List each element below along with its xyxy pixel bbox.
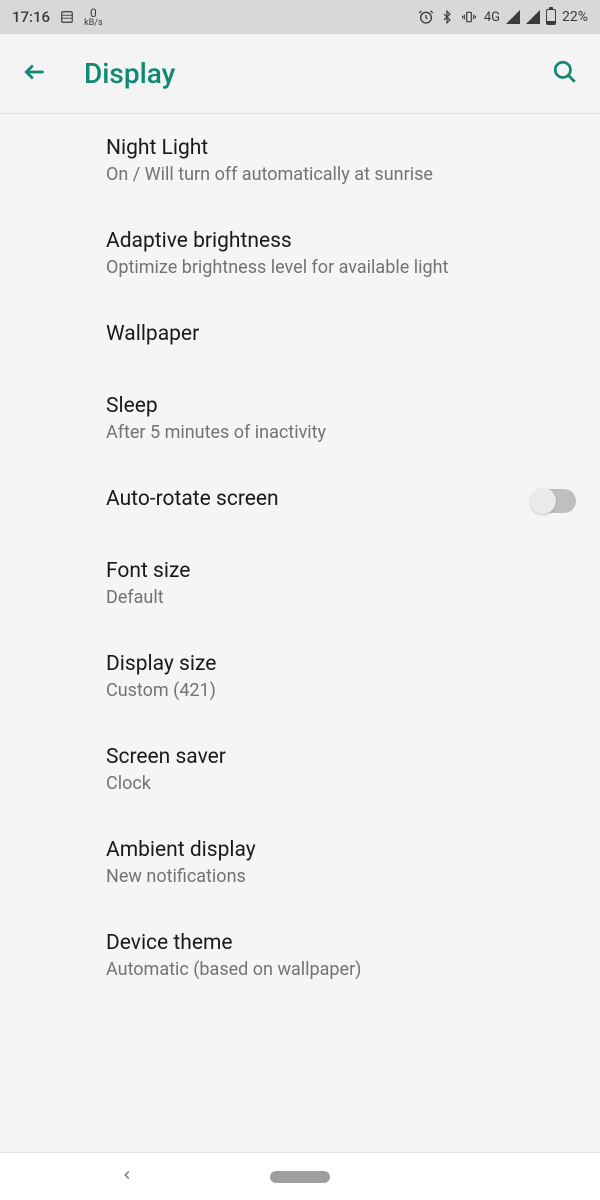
setting-text: Screen saver Clock <box>106 745 576 794</box>
setting-subtitle: Automatic (based on wallpaper) <box>106 959 576 980</box>
setting-item-auto-rotate-screen[interactable]: Auto-rotate screen <box>0 465 600 537</box>
toggle-knob <box>530 488 556 514</box>
setting-title: Auto-rotate screen <box>106 487 532 511</box>
settings-list: Night Light On / Will turn off automatica… <box>0 114 600 1152</box>
setting-text: Display size Custom (421) <box>106 652 576 701</box>
setting-text: Night Light On / Will turn off automatica… <box>106 136 576 185</box>
setting-text: Device theme Automatic (based on wallpape… <box>106 931 576 980</box>
network-type: 4G <box>484 10 500 25</box>
bluetooth-icon <box>440 9 454 25</box>
setting-item-display-size[interactable]: Display size Custom (421) <box>0 630 600 723</box>
battery-icon <box>546 9 556 25</box>
setting-text: Ambient display New notifications <box>106 838 576 887</box>
page-title: Display <box>84 57 516 90</box>
status-bar: 17:16 0 kB/s 4G 22% <box>0 0 600 34</box>
setting-item-adaptive-brightness[interactable]: Adaptive brightness Optimize brightness l… <box>0 207 600 300</box>
setting-title: Device theme <box>106 931 576 955</box>
data-speed: 0 kB/s <box>84 7 103 28</box>
setting-text: Sleep After 5 minutes of inactivity <box>106 394 576 443</box>
toggle-switch[interactable] <box>532 489 576 513</box>
signal-icon-1 <box>506 10 520 24</box>
setting-subtitle: Custom (421) <box>106 680 576 701</box>
search-button[interactable] <box>552 59 578 89</box>
setting-item-night-light[interactable]: Night Light On / Will turn off automatica… <box>0 114 600 207</box>
setting-item-screen-saver[interactable]: Screen saver Clock <box>0 723 600 816</box>
setting-title: Night Light <box>106 136 576 160</box>
notification-icon <box>60 10 74 24</box>
setting-title: Sleep <box>106 394 576 418</box>
back-button[interactable] <box>22 59 48 89</box>
setting-title: Font size <box>106 559 576 583</box>
app-header: Display <box>0 34 600 114</box>
setting-title: Screen saver <box>106 745 576 769</box>
signal-icon-2 <box>526 10 540 24</box>
setting-title: Adaptive brightness <box>106 229 576 253</box>
setting-subtitle: Clock <box>106 773 576 794</box>
setting-title: Display size <box>106 652 576 676</box>
setting-item-wallpaper[interactable]: Wallpaper <box>0 300 600 372</box>
setting-subtitle: After 5 minutes of inactivity <box>106 422 576 443</box>
nav-back-button[interactable] <box>120 1166 134 1188</box>
alarm-icon <box>418 9 434 25</box>
setting-title: Ambient display <box>106 838 576 862</box>
nav-bar <box>0 1152 600 1200</box>
setting-title: Wallpaper <box>106 322 576 346</box>
setting-subtitle: On / Will turn off automatically at sunr… <box>106 164 576 185</box>
clock-time: 17:16 <box>12 8 50 26</box>
status-left: 17:16 0 kB/s <box>12 7 103 28</box>
setting-item-ambient-display[interactable]: Ambient display New notifications <box>0 816 600 909</box>
battery-percent: 22% <box>562 9 588 25</box>
nav-home-pill[interactable] <box>270 1171 330 1183</box>
status-right: 4G 22% <box>418 9 588 25</box>
setting-text: Font size Default <box>106 559 576 608</box>
setting-text: Auto-rotate screen <box>106 487 532 515</box>
setting-subtitle: Default <box>106 587 576 608</box>
setting-item-font-size[interactable]: Font size Default <box>0 537 600 630</box>
vibrate-icon <box>460 10 478 24</box>
setting-text: Adaptive brightness Optimize brightness l… <box>106 229 576 278</box>
setting-subtitle: New notifications <box>106 866 576 887</box>
setting-subtitle: Optimize brightness level for available … <box>106 257 576 278</box>
setting-item-device-theme[interactable]: Device theme Automatic (based on wallpape… <box>0 909 600 1002</box>
setting-item-sleep[interactable]: Sleep After 5 minutes of inactivity <box>0 372 600 465</box>
setting-text: Wallpaper <box>106 322 576 350</box>
